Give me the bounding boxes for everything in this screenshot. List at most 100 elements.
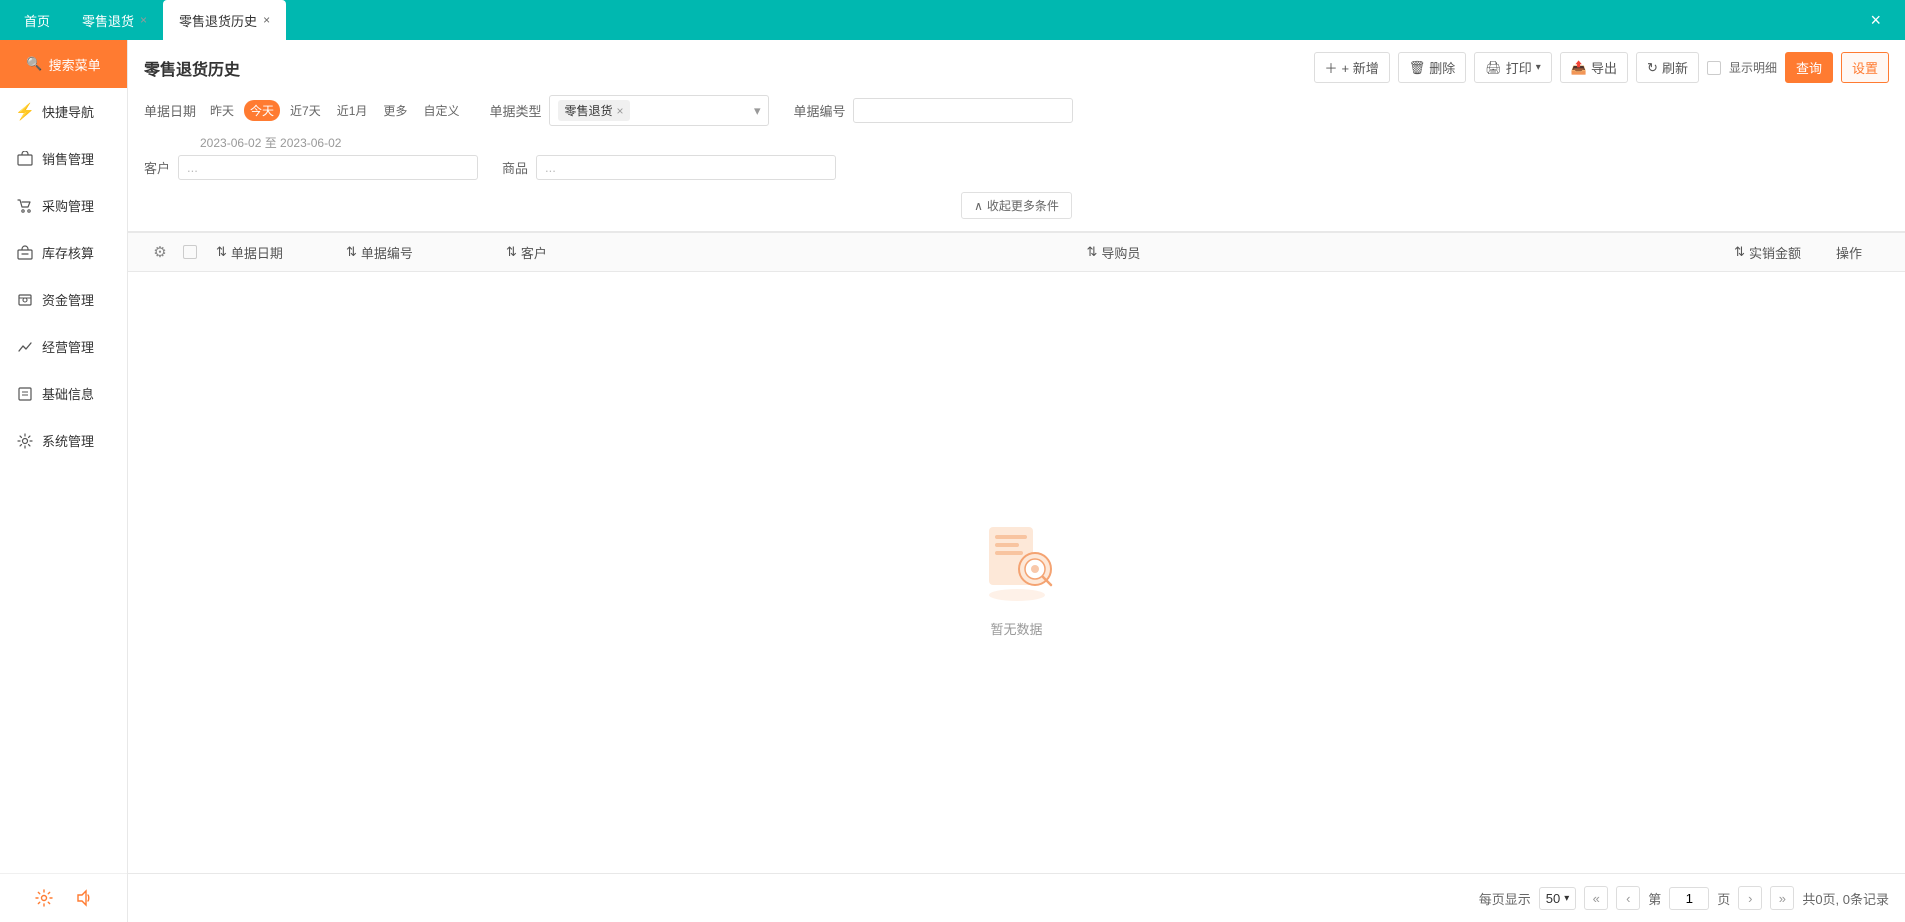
tab-retail-return-history-close[interactable]: × — [263, 13, 270, 27]
page-label-pre: 第 — [1648, 889, 1661, 908]
tab-retail-return[interactable]: 零售退货 × — [66, 0, 163, 40]
customer-input[interactable]: ... — [178, 155, 478, 180]
sidebar-item-label-purchase: 采购管理 — [42, 196, 94, 215]
date-range-display: 2023-06-02 至 2023-06-02 — [144, 134, 1889, 151]
date-btn-more[interactable]: 更多 — [377, 100, 413, 121]
window-close-button[interactable]: × — [1862, 10, 1889, 31]
select-all-checkbox[interactable] — [183, 245, 197, 259]
customer-placeholder: ... — [187, 160, 198, 175]
volume-bottom-icon[interactable] — [72, 886, 96, 910]
quick-nav-icon: ⚡ — [16, 103, 34, 121]
tab-retail-return-label: 零售退货 — [82, 11, 134, 30]
tab-home-label: 首页 — [24, 11, 50, 30]
sidebar-item-finance[interactable]: 资金管理 — [0, 276, 127, 323]
new-label: + 新增 — [1342, 58, 1379, 77]
export-icon: 📤 — [1571, 60, 1587, 76]
date-btn-today[interactable]: 今天 — [244, 100, 280, 121]
sidebar-search[interactable]: 🔍 搜索菜单 — [0, 40, 127, 88]
th-settings[interactable]: ⚙ — [144, 243, 176, 261]
customer-filter-group: 客户 ... — [144, 155, 478, 180]
th-amount: ⇅ 实销金额 — [1229, 243, 1810, 262]
doctype-tag-close[interactable]: × — [616, 104, 623, 118]
settings-label: 设置 — [1852, 58, 1878, 77]
settings-bottom-icon[interactable] — [32, 886, 56, 910]
sidebar-item-sales[interactable]: 销售管理 — [0, 135, 127, 182]
sidebar-item-operations[interactable]: 经营管理 — [0, 323, 127, 370]
refresh-icon: ↻ — [1647, 60, 1658, 76]
table-settings-icon[interactable]: ⚙ — [153, 243, 166, 261]
basic-info-icon — [16, 385, 34, 403]
page-size-select[interactable]: 50 ▾ — [1539, 887, 1577, 910]
display-detail-checkbox-label[interactable]: 显示明细 — [1707, 59, 1777, 76]
filter-row-2: 客户 ... 商品 ... — [144, 155, 1889, 180]
date-btn-1month[interactable]: 近1月 — [331, 100, 374, 121]
table-header: ⚙ ⇅ 单据日期 ⇅ 单据编号 ⇅ 客户 ⇅ — [128, 232, 1905, 272]
th-guide-label: 导购员 — [1101, 243, 1140, 262]
display-detail-label: 显示明细 — [1729, 59, 1777, 76]
sidebar-search-label: 搜索菜单 — [49, 55, 101, 74]
th-checkbox[interactable] — [176, 245, 208, 259]
delete-button[interactable]: 🗑 删除 — [1398, 52, 1467, 83]
page-number-input[interactable] — [1669, 887, 1709, 910]
new-icon: ＋ — [1325, 58, 1338, 77]
sidebar-item-system[interactable]: 系统管理 — [0, 417, 127, 464]
page-prev-btn[interactable]: ‹ — [1616, 886, 1640, 910]
print-arrow: ▾ — [1536, 62, 1541, 73]
tab-home[interactable]: 首页 — [8, 0, 66, 40]
page-title: 零售退货历史 — [144, 56, 240, 80]
th-date-label: 单据日期 — [231, 243, 283, 262]
display-detail-checkbox[interactable] — [1707, 61, 1721, 75]
purchase-icon — [16, 197, 34, 215]
tab-bar: 首页 零售退货 × 零售退货历史 × — [8, 0, 1862, 40]
query-button[interactable]: 查询 — [1785, 52, 1833, 83]
refresh-button[interactable]: ↻ 刷新 — [1636, 52, 1699, 83]
th-amount-sort-icon: ⇅ — [1734, 244, 1745, 260]
doctype-tag: 零售退货 × — [558, 100, 629, 121]
export-button[interactable]: 📤 导出 — [1560, 52, 1628, 83]
finance-icon — [16, 291, 34, 309]
page-last-btn[interactable]: » — [1770, 886, 1794, 910]
goods-input[interactable]: ... — [536, 155, 836, 180]
goods-placeholder: ... — [545, 160, 556, 175]
docnum-input[interactable] — [853, 98, 1073, 123]
tab-retail-return-history[interactable]: 零售退货历史 × — [163, 0, 286, 40]
page-first-btn[interactable]: « — [1584, 886, 1608, 910]
date-range-text: 2023-06-02 至 2023-06-02 — [200, 136, 341, 150]
print-button[interactable]: 🖨 打印 ▾ — [1474, 52, 1552, 83]
th-guide: ⇅ 导购员 — [1079, 243, 1229, 262]
date-btn-yesterday[interactable]: 昨天 — [204, 100, 240, 121]
sidebar-item-basic-info[interactable]: 基础信息 — [0, 370, 127, 417]
th-date: ⇅ 单据日期 — [208, 243, 338, 262]
goods-filter-label: 商品 — [502, 158, 528, 177]
sidebar-item-inventory[interactable]: 库存核算 — [0, 229, 127, 276]
sidebar-item-label-system: 系统管理 — [42, 431, 94, 450]
page-next-btn[interactable]: › — [1738, 886, 1762, 910]
sidebar-item-label-operations: 经营管理 — [42, 337, 94, 356]
th-action: 操作 — [1809, 243, 1889, 262]
sidebar-item-quick-nav[interactable]: ⚡ 快捷导航 — [0, 88, 127, 135]
sidebar-item-label-finance: 资金管理 — [42, 290, 94, 309]
sales-icon — [16, 150, 34, 168]
date-btn-custom[interactable]: 自定义 — [417, 100, 465, 121]
collapse-row: ∧ 收起更多条件 — [144, 188, 1889, 231]
collapse-up-icon: ∧ — [974, 199, 983, 213]
sidebar-item-purchase[interactable]: 采购管理 — [0, 182, 127, 229]
collapse-button[interactable]: ∧ 收起更多条件 — [961, 192, 1072, 219]
th-amount-label: 实销金额 — [1749, 243, 1801, 262]
th-customer-sort-icon: ⇅ — [506, 244, 517, 260]
page-total: 共0页, 0条记录 — [1802, 889, 1889, 908]
doctype-select-arrow: ▾ — [746, 103, 761, 119]
doctype-select[interactable]: 零售退货 × ▾ — [549, 95, 769, 126]
settings-button[interactable]: 设置 — [1841, 52, 1889, 83]
sidebar-item-label-basic-info: 基础信息 — [42, 384, 94, 403]
doctype-tag-label: 零售退货 — [564, 102, 612, 119]
docnum-filter-label: 单据编号 — [793, 101, 845, 120]
date-btn-7days[interactable]: 近7天 — [284, 100, 327, 121]
goods-filter-group: 商品 ... — [502, 155, 836, 180]
empty-icon — [967, 507, 1067, 607]
sidebar-item-label-sales: 销售管理 — [42, 149, 94, 168]
new-button[interactable]: ＋ + 新增 — [1314, 52, 1390, 83]
main-layout: 🔍 搜索菜单 ⚡ 快捷导航 销售管理 采购管理 库存核算 — [0, 40, 1905, 922]
tab-retail-return-close[interactable]: × — [140, 13, 147, 27]
sidebar-item-label-inventory: 库存核算 — [42, 243, 94, 262]
